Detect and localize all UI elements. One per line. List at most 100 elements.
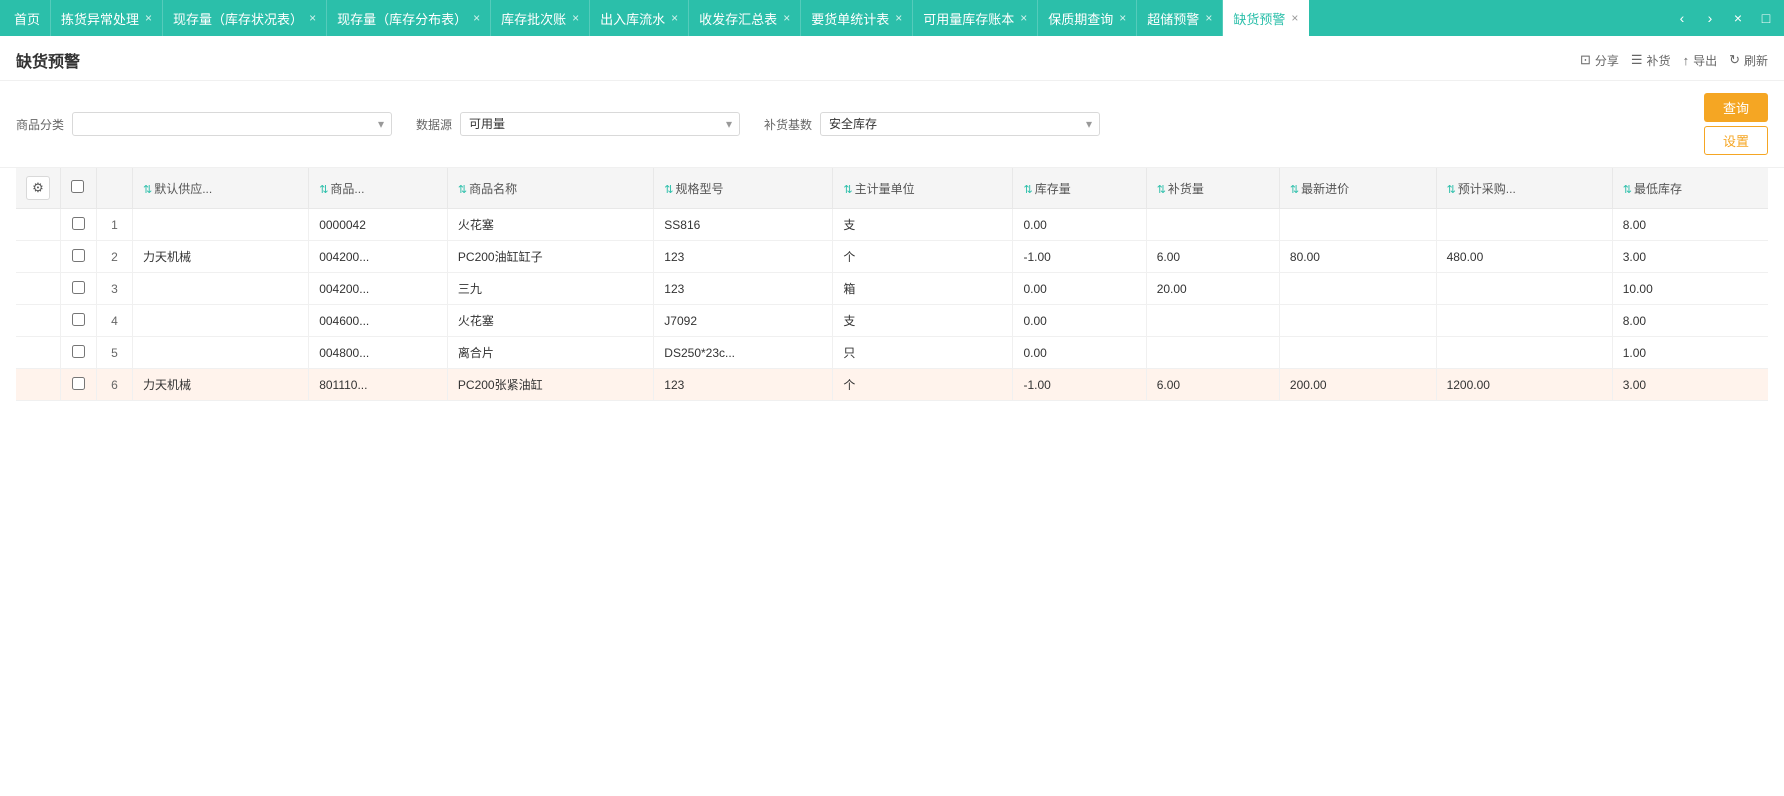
cell-unit: 支 (833, 305, 1013, 337)
row-checkbox-2[interactable] (72, 281, 85, 294)
cell-supplier (133, 273, 309, 305)
row-checkbox-1[interactable] (72, 249, 85, 262)
col-label-item_name: 商品名称 (469, 182, 517, 196)
sort-icon-replenish_qty[interactable]: ⇅ (1157, 184, 1166, 196)
share-button[interactable]: ⊡ 分享 (1580, 52, 1619, 69)
col-label-spec: 规格型号 (676, 182, 724, 196)
row-checkbox-5[interactable] (72, 377, 85, 390)
tab-overstock[interactable]: 超储预警× (1137, 0, 1223, 36)
cell-item_name: 三九 (447, 273, 653, 305)
tab-abnormal[interactable]: 拣货异常处理× (51, 0, 163, 36)
replenish-icon: ☰ (1631, 52, 1643, 68)
tab-expiry-query[interactable]: 保质期查询× (1038, 0, 1137, 36)
cell-supplier: 力天机械 (133, 369, 309, 401)
tab-close-overstock[interactable]: × (1205, 11, 1212, 25)
sort-icon-est_purchase[interactable]: ⇅ (1447, 184, 1456, 196)
cell-est_purchase: 480.00 (1436, 241, 1612, 273)
row-checkbox-4[interactable] (72, 345, 85, 358)
row-number: 2 (97, 241, 133, 273)
tab-available-ledger[interactable]: 可用量库存账本× (913, 0, 1038, 36)
replenish-base-label: 补货基数 (764, 116, 812, 133)
cell-latest_price: 200.00 (1279, 369, 1436, 401)
tab-close-receipt-summary[interactable]: × (783, 11, 790, 25)
category-select-wrapper (72, 112, 392, 136)
query-button[interactable]: 查询 (1704, 93, 1768, 122)
col-unit: ⇅主计量单位 (833, 168, 1013, 209)
filter-actions: 查询 设置 (1704, 93, 1768, 155)
cell-supplier: 力天机械 (133, 241, 309, 273)
tab-navigation: ‹ › × □ (1668, 4, 1780, 32)
tab-prev-btn[interactable]: ‹ (1668, 4, 1696, 32)
cell-replenish_qty (1146, 209, 1279, 241)
sort-icon-item_code[interactable]: ⇅ (319, 184, 328, 196)
tab-inout-flow[interactable]: 出入库流水× (590, 0, 689, 36)
sort-icon-latest_price[interactable]: ⇅ (1290, 184, 1299, 196)
tab-close-inout-flow[interactable]: × (671, 11, 678, 25)
tab-close-shortage[interactable]: × (1291, 11, 1298, 25)
export-icon: ↑ (1683, 53, 1690, 68)
tab-close-batch-account[interactable]: × (572, 11, 579, 25)
sort-icon-unit[interactable]: ⇅ (843, 184, 852, 196)
row-gear-cell (16, 209, 61, 241)
table-row: 10000042火花塞SS816支0.008.00 (16, 209, 1768, 241)
col-gear: ⚙ (16, 168, 61, 209)
cell-spec: 123 (654, 369, 833, 401)
tab-maximize-btn[interactable]: □ (1752, 4, 1780, 32)
tab-next-btn[interactable]: › (1696, 4, 1724, 32)
tab-inventory-dist[interactable]: 现存量（库存分布表）× (327, 0, 491, 36)
cell-item_name: 离合片 (447, 337, 653, 369)
tab-receipt-summary[interactable]: 收发存汇总表× (689, 0, 801, 36)
tab-home[interactable]: 首页 (4, 0, 51, 36)
tab-demand-stats[interactable]: 要货单统计表× (801, 0, 913, 36)
sort-icon-min_stock[interactable]: ⇅ (1623, 184, 1632, 196)
cell-min_stock: 3.00 (1612, 241, 1768, 273)
tab-close-inventory-dist[interactable]: × (473, 11, 480, 25)
cell-replenish_qty: 6.00 (1146, 369, 1279, 401)
cell-item_name: PC200张紧油缸 (447, 369, 653, 401)
row-checkbox-3[interactable] (72, 313, 85, 326)
sort-icon-stock[interactable]: ⇅ (1023, 184, 1032, 196)
filter-row: 商品分类 数据源 可用量 补货基数 安全库存 (0, 81, 1784, 168)
col-min_stock: ⇅最低库存 (1612, 168, 1768, 209)
row-checkbox-cell (61, 337, 97, 369)
tab-close-demand-stats[interactable]: × (895, 11, 902, 25)
category-select[interactable] (72, 112, 392, 136)
cell-item_name: 火花塞 (447, 209, 653, 241)
row-checkbox-cell (61, 369, 97, 401)
col-label-unit: 主计量单位 (855, 182, 915, 196)
replenish-base-filter-group: 补货基数 安全库存 (764, 112, 1100, 136)
export-button[interactable]: ↑ 导出 (1683, 52, 1718, 69)
table-row: 6力天机械801110...PC200张紧油缸123个-1.006.00200.… (16, 369, 1768, 401)
tab-close-abnormal[interactable]: × (145, 11, 152, 25)
replenish-base-select[interactable]: 安全库存 (820, 112, 1100, 136)
tab-inventory-status[interactable]: 现存量（库存状况表）× (163, 0, 327, 36)
replenish-label: 补货 (1647, 52, 1671, 69)
tab-close-expiry-query[interactable]: × (1119, 11, 1126, 25)
col-label-supplier: 默认供应... (154, 182, 212, 196)
select-all-checkbox[interactable] (71, 180, 84, 193)
cell-spec: DS250*23c... (654, 337, 833, 369)
tab-close-available-ledger[interactable]: × (1020, 11, 1027, 25)
tab-close-inventory-status[interactable]: × (309, 11, 316, 25)
tab-shortage[interactable]: 缺货预警× (1223, 0, 1309, 36)
replenish-button[interactable]: ☰ 补货 (1631, 52, 1671, 69)
sort-icon-spec[interactable]: ⇅ (664, 184, 673, 196)
row-checkbox-cell (61, 305, 97, 337)
col-item_code: ⇅商品... (309, 168, 448, 209)
cell-supplier (133, 209, 309, 241)
tab-close-window-btn[interactable]: × (1724, 4, 1752, 32)
share-icon: ⊡ (1580, 52, 1591, 68)
refresh-button[interactable]: ↻ 刷新 (1729, 52, 1768, 69)
settings-button[interactable]: 设置 (1704, 126, 1768, 155)
tab-batch-account[interactable]: 库存批次账× (491, 0, 590, 36)
cell-item_code: 0000042 (309, 209, 448, 241)
table-row: 5004800...离合片DS250*23c...只0.001.00 (16, 337, 1768, 369)
sort-icon-item_name[interactable]: ⇅ (458, 184, 467, 196)
row-checkbox-0[interactable] (72, 217, 85, 230)
page-title: 缺货预警 (16, 48, 80, 72)
cell-stock: -1.00 (1013, 241, 1146, 273)
column-settings-icon[interactable]: ⚙ (26, 176, 50, 200)
datasource-select[interactable]: 可用量 (460, 112, 740, 136)
cell-min_stock: 1.00 (1612, 337, 1768, 369)
sort-icon-supplier[interactable]: ⇅ (143, 184, 152, 196)
